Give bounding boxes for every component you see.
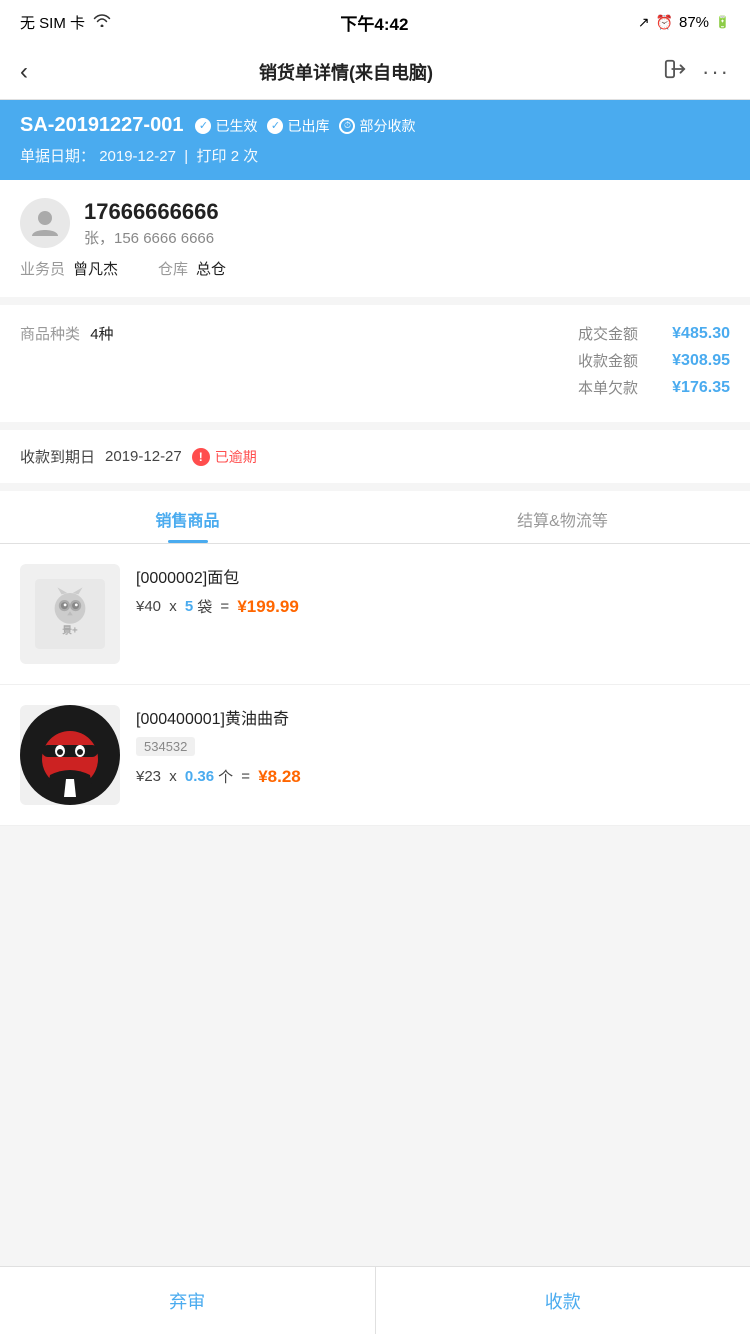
status-time: 下午4:42 [340, 10, 408, 35]
nav-bar: ‹ 销货单详情(来自电脑) ··· [0, 44, 750, 100]
product-name-1: [0000002]面包 [136, 564, 730, 588]
badge-shipped: ✓ 已出库 [267, 116, 329, 136]
product-type-summary: 商品种类 4种 [20, 323, 114, 344]
due-section: 收款到期日 2019-12-27 ! 已逾期 [0, 430, 750, 483]
customer-sub: 张，156 6666 6666 [84, 227, 219, 248]
confirm-button[interactable]: 收款 [376, 1267, 750, 1334]
product-price-1: ¥40 x 5 袋 = ¥199.99 [136, 596, 730, 617]
product-name-2: [000400001]黄油曲奇 [136, 705, 730, 729]
amount-summary: 成交金额 ¥485.30 收款金额 ¥308.95 本单欠款 ¥176.35 [578, 323, 730, 404]
nav-actions: ··· [664, 58, 730, 86]
amount-row: 成交金额 ¥485.30 [578, 323, 730, 344]
due-date: 2019-12-27 [105, 448, 182, 465]
product-item: 景+ [0000002]面包 ¥40 x 5 袋 = ¥199.99 [0, 544, 750, 685]
product-info-1: [0000002]面包 ¥40 x 5 袋 = ¥199.99 [136, 564, 730, 664]
cancel-button[interactable]: 弃审 [0, 1267, 376, 1334]
check-icon-1: ✓ [195, 118, 211, 134]
carrier-text: 无 SIM 卡 [20, 12, 85, 33]
location-icon: ↗ [638, 14, 650, 31]
product-tag-2: 534532 [136, 737, 195, 756]
tabs-section: 销售商品 结算&物流等 [0, 491, 750, 544]
overdue-badge: ! 已逾期 [192, 447, 257, 467]
warehouse-meta: 仓库 总仓 [158, 258, 226, 279]
debt-row: 本单欠款 ¥176.35 [578, 377, 730, 398]
badge-effective: ✓ 已生效 [195, 116, 257, 136]
tab-sales-products[interactable]: 销售商品 [0, 491, 375, 543]
product-price-2: ¥23 x 0.36 个 = ¥8.28 [136, 766, 730, 787]
due-label: 收款到期日 [20, 446, 95, 467]
order-id: SA-20191227-001 [20, 114, 183, 137]
battery-text: 87% [679, 14, 709, 31]
summary-section: 商品种类 4种 成交金额 ¥485.30 收款金额 ¥308.95 本单欠款 ¥… [0, 305, 750, 422]
status-left: 无 SIM 卡 [20, 12, 111, 33]
alarm-icon: ⏰ [656, 14, 673, 31]
back-button[interactable]: ‹ [20, 58, 28, 86]
products-section: 景+ [0000002]面包 ¥40 x 5 袋 = ¥199.99 [0, 544, 750, 826]
overdue-text: 已逾期 [215, 447, 257, 467]
product-info-2: [000400001]黄油曲奇 534532 ¥23 x 0.36 个 = ¥8… [136, 705, 730, 805]
product-image-2 [20, 705, 120, 805]
status-badges: ✓ 已生效 ✓ 已出库 ⏱ 部分收款 [195, 116, 415, 136]
tab-settlement[interactable]: 结算&物流等 [375, 491, 750, 543]
customer-meta: 业务员 曾凡杰 仓库 总仓 [20, 258, 730, 279]
tabs-row: 销售商品 结算&物流等 [0, 491, 750, 544]
svg-text:景+: 景+ [62, 625, 78, 637]
product-item: [000400001]黄油曲奇 534532 ¥23 x 0.36 个 = ¥8… [0, 685, 750, 826]
wifi-icon [93, 13, 111, 31]
salesperson-meta: 业务员 曾凡杰 [20, 258, 118, 279]
customer-row: 17666666666 张，156 6666 6666 [20, 198, 730, 248]
order-header: SA-20191227-001 ✓ 已生效 ✓ 已出库 ⏱ 部分收款 单据日期：… [0, 100, 750, 180]
overdue-icon: ! [192, 448, 210, 466]
status-bar: 无 SIM 卡 下午4:42 ↗ ⏰ 87% 🔋 [0, 0, 750, 44]
page-title: 销货单详情(来自电脑) [259, 59, 433, 85]
product-image-1: 景+ [20, 564, 120, 664]
badge-partial: ⏱ 部分收款 [339, 116, 415, 136]
share-icon[interactable] [664, 58, 686, 86]
check-icon-2: ✓ [267, 118, 283, 134]
status-right: ↗ ⏰ 87% 🔋 [638, 14, 730, 31]
avatar [20, 198, 70, 248]
customer-section: 17666666666 张，156 6666 6666 业务员 曾凡杰 仓库 总… [0, 180, 750, 297]
received-row: 收款金额 ¥308.95 [578, 350, 730, 371]
customer-info: 17666666666 张，156 6666 6666 [84, 199, 219, 248]
clock-icon: ⏱ [339, 118, 355, 134]
bottom-bar: 弃审 收款 [0, 1266, 750, 1334]
more-icon[interactable]: ··· [702, 59, 730, 85]
customer-name: 17666666666 [84, 199, 219, 225]
order-date: 单据日期： 2019-12-27 | 打印 2 次 [20, 145, 730, 166]
battery-icon: 🔋 [715, 15, 730, 29]
